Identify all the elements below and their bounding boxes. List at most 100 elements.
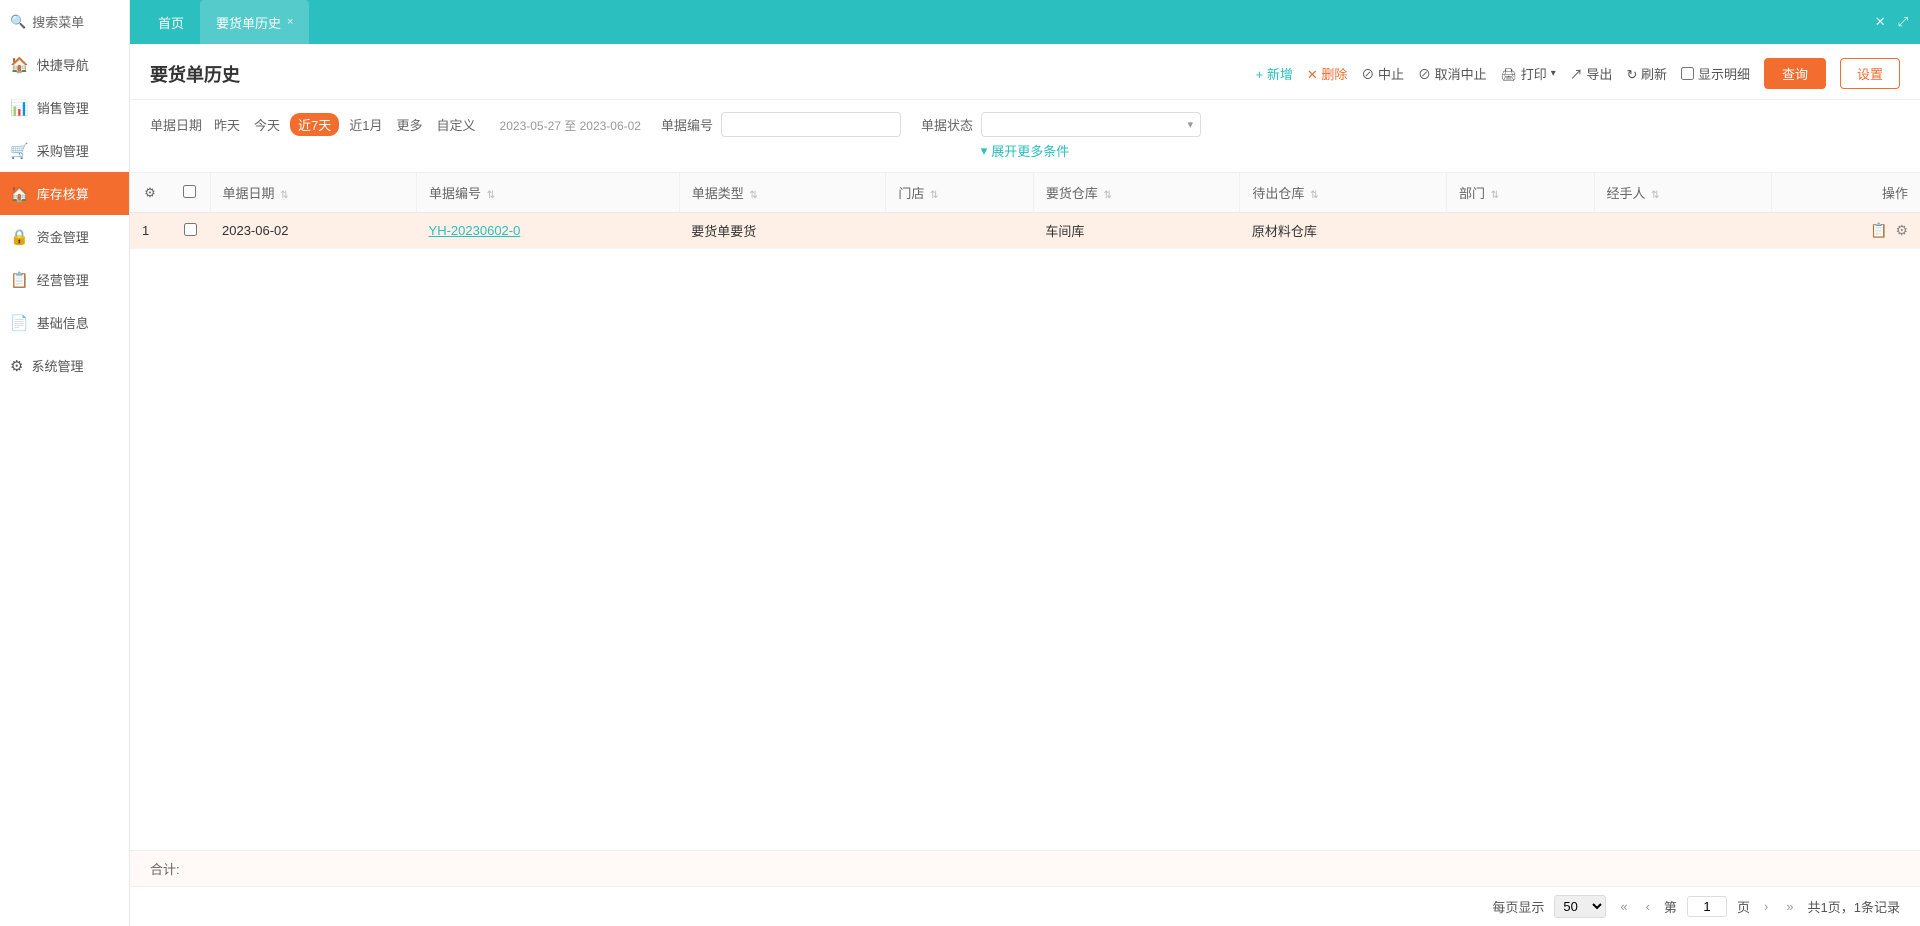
finance-icon: 🔒 (10, 228, 29, 246)
sidebar-item-basic[interactable]: 📄 基础信息 (0, 301, 129, 344)
per-page-select[interactable]: 50 10 20 100 (1554, 895, 1606, 918)
window-resize-icon[interactable]: ⤢ (1898, 14, 1908, 30)
col-req-warehouse[interactable]: 要货仓库 ⇅ (1033, 173, 1240, 213)
sidebar-item-quick-nav[interactable]: 🏠 快捷导航 (0, 43, 129, 86)
sort-doc-date-icon: ⇅ (280, 190, 288, 201)
cell-doc-type: 要货单要货 (679, 213, 886, 249)
sort-doc-type-icon: ⇅ (749, 190, 757, 201)
total-info: 共1页，1条记录 (1808, 897, 1900, 916)
tab-close-icon[interactable]: × (287, 16, 293, 28)
cell-doc-date: 2023-06-02 (210, 213, 417, 249)
delete-button[interactable]: ✕ 删除 (1307, 64, 1348, 83)
operations-icon: 📋 (10, 271, 29, 289)
sort-handler-icon: ⇅ (1651, 190, 1659, 201)
refresh-button[interactable]: ↻ 刷新 (1626, 64, 1667, 83)
doc-no-label: 单据编号 (661, 115, 713, 134)
status-input[interactable] (981, 112, 1201, 137)
page-first-btn[interactable]: « (1616, 897, 1631, 916)
stop-button[interactable]: ⊘ 中止 (1361, 64, 1404, 83)
sidebar-item-label: 快捷导航 (37, 55, 89, 74)
sidebar-item-purchase[interactable]: 🛒 采购管理 (0, 129, 129, 172)
col-handler[interactable]: 经手人 ⇅ (1594, 173, 1771, 213)
row-edit-icon[interactable]: 📋 (1870, 222, 1887, 238)
tab-home[interactable]: 首页 (142, 0, 200, 44)
basic-icon: 📄 (10, 314, 29, 332)
sidebar-item-operations[interactable]: 📋 经营管理 (0, 258, 129, 301)
date-yesterday[interactable]: 昨天 (210, 114, 244, 135)
doc-no-filter: 单据编号 (661, 112, 901, 137)
search-icon: 🔍 (10, 14, 26, 30)
table-row: 1 2023-06-02 YH-20230602-0 要货单要货 车间库 原材料… (130, 213, 1920, 249)
date-filter: 单据日期 昨天 今天 近7天 近1月 更多 自定义 (150, 113, 480, 136)
page-footer: 每页显示 50 10 20 100 « ‹ 第 页 › » 共1页，1条记录 (130, 886, 1920, 926)
date-shortcuts: 昨天 今天 近7天 近1月 更多 自定义 (210, 113, 480, 136)
display-toggle-label: 显示明细 (1698, 64, 1750, 83)
display-toggle[interactable]: 显示明细 (1681, 64, 1750, 83)
print-dropdown-icon[interactable]: ▾ (1551, 68, 1556, 79)
export-button[interactable]: ↗ 导出 (1570, 64, 1613, 83)
cancel-stop-button[interactable]: ⊘ 取消中止 (1418, 64, 1487, 83)
row-checkbox[interactable] (184, 223, 197, 236)
doc-no-link[interactable]: YH-20230602-0 (429, 223, 521, 238)
sidebar-item-label: 系统管理 (31, 356, 83, 375)
expand-more-btn[interactable]: ▾ 展开更多条件 (150, 137, 1900, 164)
sort-pending-warehouse-icon: ⇅ (1310, 190, 1318, 201)
page-prev-btn[interactable]: ‹ (1642, 897, 1654, 916)
cell-department (1446, 213, 1594, 249)
col-department[interactable]: 部门 ⇅ (1446, 173, 1594, 213)
date-custom[interactable]: 自定义 (433, 114, 480, 135)
cell-req-warehouse: 车间库 (1033, 213, 1240, 249)
expand-icon: ▾ (981, 143, 988, 159)
page-title: 要货单历史 (150, 61, 240, 87)
col-settings[interactable]: ⚙ (130, 173, 170, 213)
table-footer: 合计: (130, 850, 1920, 886)
col-pending-warehouse[interactable]: 待出仓库 ⇅ (1240, 173, 1447, 213)
window-close-icon[interactable]: ✕ (1875, 14, 1886, 30)
page-next-btn[interactable]: › (1760, 897, 1772, 916)
select-all-checkbox[interactable] (183, 185, 196, 198)
date-more[interactable]: 更多 (393, 114, 427, 135)
print-button[interactable]: 🖨 打印 ▾ (1501, 64, 1556, 83)
settings-button[interactable]: 设置 (1840, 58, 1900, 89)
per-page-label: 每页显示 (1492, 897, 1544, 916)
tab-home-label: 首页 (158, 13, 184, 32)
status-dropdown-icon[interactable]: ▾ (1187, 118, 1193, 131)
page-header: 要货单历史 + 新增 ✕ 删除 ⊘ 中止 ⊘ 取消中止 🖨 打印 ▾ ↗ 导出 … (130, 44, 1920, 100)
col-doc-date[interactable]: 单据日期 ⇅ (210, 173, 417, 213)
sidebar-item-label: 销售管理 (37, 98, 89, 117)
inventory-icon: 🏠 (10, 185, 29, 203)
cell-index: 1 (130, 213, 170, 249)
cell-checkbox (170, 213, 210, 249)
sidebar-search[interactable]: 🔍 搜索菜单 (0, 0, 129, 43)
page-input[interactable] (1687, 896, 1727, 917)
sidebar-item-system[interactable]: ⚙ 系统管理 (0, 344, 129, 387)
sidebar-item-inventory[interactable]: 🏠 库存核算 (0, 172, 129, 215)
status-filter: 单据状态 ▾ (921, 112, 1201, 137)
col-doc-type[interactable]: 单据类型 ⇅ (679, 173, 886, 213)
add-button[interactable]: + 新增 (1256, 64, 1293, 83)
doc-no-input[interactable] (721, 112, 901, 137)
date-filter-label: 单据日期 (150, 115, 202, 134)
tab-requisition-history[interactable]: 要货单历史 × (200, 0, 309, 44)
sort-doc-no-icon: ⇅ (487, 190, 495, 201)
date-today[interactable]: 今天 (250, 114, 284, 135)
footer-total-label: 合计: (150, 859, 180, 878)
date-range-text: 2023-05-27 至 2023-06-02 (500, 117, 641, 134)
sidebar-item-sales[interactable]: 📊 销售管理 (0, 86, 129, 129)
sidebar-item-label: 采购管理 (37, 141, 89, 160)
date-last7[interactable]: 近7天 (290, 113, 339, 136)
col-checkbox (170, 173, 210, 213)
row-more-icon[interactable]: ⚙ (1895, 222, 1908, 238)
cell-doc-no[interactable]: YH-20230602-0 (417, 213, 680, 249)
date-last-month[interactable]: 近1月 (345, 114, 386, 135)
print-label: 🖨 打印 (1501, 64, 1547, 83)
page-last-btn[interactable]: » (1782, 897, 1797, 916)
col-doc-no[interactable]: 单据编号 ⇅ (417, 173, 680, 213)
sidebar-item-finance[interactable]: 🔒 资金管理 (0, 215, 129, 258)
table-header-row: ⚙ 单据日期 ⇅ 单据编号 ⇅ 单据类型 (130, 173, 1920, 213)
query-button[interactable]: 查询 (1764, 58, 1826, 89)
table-wrapper: ⚙ 单据日期 ⇅ 单据编号 ⇅ 单据类型 (130, 173, 1920, 850)
display-toggle-checkbox[interactable] (1681, 67, 1694, 80)
col-store[interactable]: 门店 ⇅ (886, 173, 1034, 213)
sidebar-item-label: 资金管理 (37, 227, 89, 246)
